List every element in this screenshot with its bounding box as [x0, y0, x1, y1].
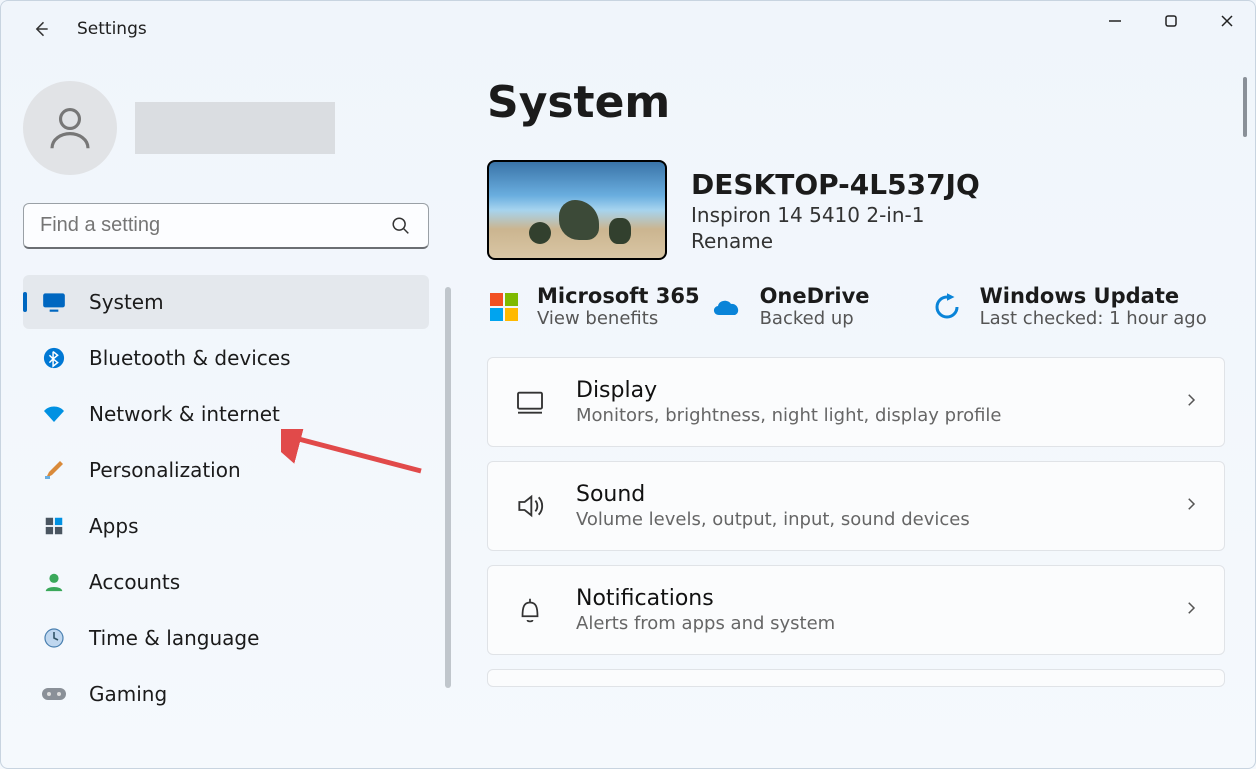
sidebar: System Bluetooth & devices Network & int…	[1, 57, 451, 768]
sidebar-item-gaming[interactable]: Gaming	[23, 667, 429, 721]
minimize-icon	[1108, 14, 1122, 28]
device-name: DESKTOP-4L537JQ	[691, 168, 980, 201]
status-sub: Backed up	[760, 308, 870, 329]
profile-section[interactable]	[23, 81, 429, 175]
user-name-redacted	[135, 102, 335, 154]
back-button[interactable]	[21, 9, 61, 49]
card-sub: Alerts from apps and system	[576, 613, 1154, 634]
card-sound[interactable]: Sound Volume levels, output, input, soun…	[487, 461, 1225, 551]
person-icon	[43, 101, 97, 155]
maximize-button[interactable]	[1143, 1, 1199, 41]
chevron-right-icon	[1182, 495, 1200, 517]
chevron-right-icon	[1182, 599, 1200, 621]
search-icon	[390, 215, 412, 237]
back-arrow-icon	[31, 19, 51, 39]
sidebar-item-label: Bluetooth & devices	[89, 346, 291, 370]
rename-link[interactable]: Rename	[691, 229, 980, 253]
card-title: Notifications	[576, 586, 1154, 611]
maximize-icon	[1164, 14, 1178, 28]
sound-icon	[512, 488, 548, 524]
page-title: System	[487, 77, 1225, 128]
card-sub: Volume levels, output, input, sound devi…	[576, 509, 1154, 530]
window-controls	[1087, 1, 1255, 41]
search-box[interactable]	[23, 203, 429, 249]
status-sub: Last checked: 1 hour ago	[980, 308, 1207, 329]
sidebar-item-accounts[interactable]: Accounts	[23, 555, 429, 609]
nav-list: System Bluetooth & devices Network & int…	[23, 275, 429, 721]
status-row: Microsoft 365 View benefits OneDrive Bac…	[487, 284, 1225, 329]
sidebar-item-personalization[interactable]: Personalization	[23, 443, 429, 497]
sidebar-item-bluetooth[interactable]: Bluetooth & devices	[23, 331, 429, 385]
monitor-icon	[41, 289, 67, 315]
sidebar-item-apps[interactable]: Apps	[23, 499, 429, 553]
card-notifications[interactable]: Notifications Alerts from apps and syste…	[487, 565, 1225, 655]
device-model: Inspiron 14 5410 2-in-1	[691, 203, 980, 227]
brush-icon	[41, 457, 67, 483]
card-sub: Monitors, brightness, night light, displ…	[576, 405, 1154, 426]
sidebar-item-label: Accounts	[89, 570, 180, 594]
title-bar: Settings	[1, 1, 1255, 57]
search-input[interactable]	[40, 214, 338, 237]
chevron-right-icon	[1182, 391, 1200, 413]
controller-icon	[41, 681, 67, 707]
bell-icon	[512, 592, 548, 628]
main-content: System DESKTOP-4L537JQ Inspiron 14 5410 …	[451, 57, 1255, 768]
sidebar-item-label: Gaming	[89, 682, 167, 706]
app-title: Settings	[77, 19, 147, 39]
settings-cards: Display Monitors, brightness, night ligh…	[487, 357, 1225, 687]
account-icon	[41, 569, 67, 595]
sidebar-item-system[interactable]: System	[23, 275, 429, 329]
device-info: DESKTOP-4L537JQ Inspiron 14 5410 2-in-1 …	[691, 168, 980, 253]
device-thumbnail[interactable]	[487, 160, 667, 260]
clock-globe-icon	[41, 625, 67, 651]
sidebar-item-time[interactable]: Time & language	[23, 611, 429, 665]
card-title: Sound	[576, 482, 1154, 507]
main-scrollbar[interactable]	[1243, 77, 1247, 137]
status-sub: View benefits	[537, 308, 700, 329]
bluetooth-icon	[41, 345, 67, 371]
minimize-button[interactable]	[1087, 1, 1143, 41]
sidebar-item-label: Time & language	[89, 626, 259, 650]
status-title: Microsoft 365	[537, 284, 700, 308]
close-icon	[1220, 14, 1234, 28]
card-placeholder[interactable]	[487, 669, 1225, 687]
sidebar-item-label: Apps	[89, 514, 139, 538]
card-display[interactable]: Display Monitors, brightness, night ligh…	[487, 357, 1225, 447]
device-section: DESKTOP-4L537JQ Inspiron 14 5410 2-in-1 …	[487, 160, 1225, 260]
status-title: OneDrive	[760, 284, 870, 308]
status-title: Windows Update	[980, 284, 1207, 308]
ms365-icon	[487, 290, 521, 324]
close-button[interactable]	[1199, 1, 1255, 41]
sidebar-item-label: Network & internet	[89, 402, 280, 426]
status-onedrive[interactable]: OneDrive Backed up	[710, 284, 920, 329]
status-windows-update[interactable]: Windows Update Last checked: 1 hour ago	[930, 284, 1207, 329]
display-icon	[512, 384, 548, 420]
card-title: Display	[576, 378, 1154, 403]
sidebar-item-label: System	[89, 290, 164, 314]
update-icon	[930, 290, 964, 324]
onedrive-icon	[710, 290, 744, 324]
status-ms365[interactable]: Microsoft 365 View benefits	[487, 284, 700, 329]
avatar	[23, 81, 117, 175]
sidebar-item-label: Personalization	[89, 458, 241, 482]
sidebar-item-network[interactable]: Network & internet	[23, 387, 429, 441]
apps-icon	[41, 513, 67, 539]
wifi-icon	[41, 401, 67, 427]
